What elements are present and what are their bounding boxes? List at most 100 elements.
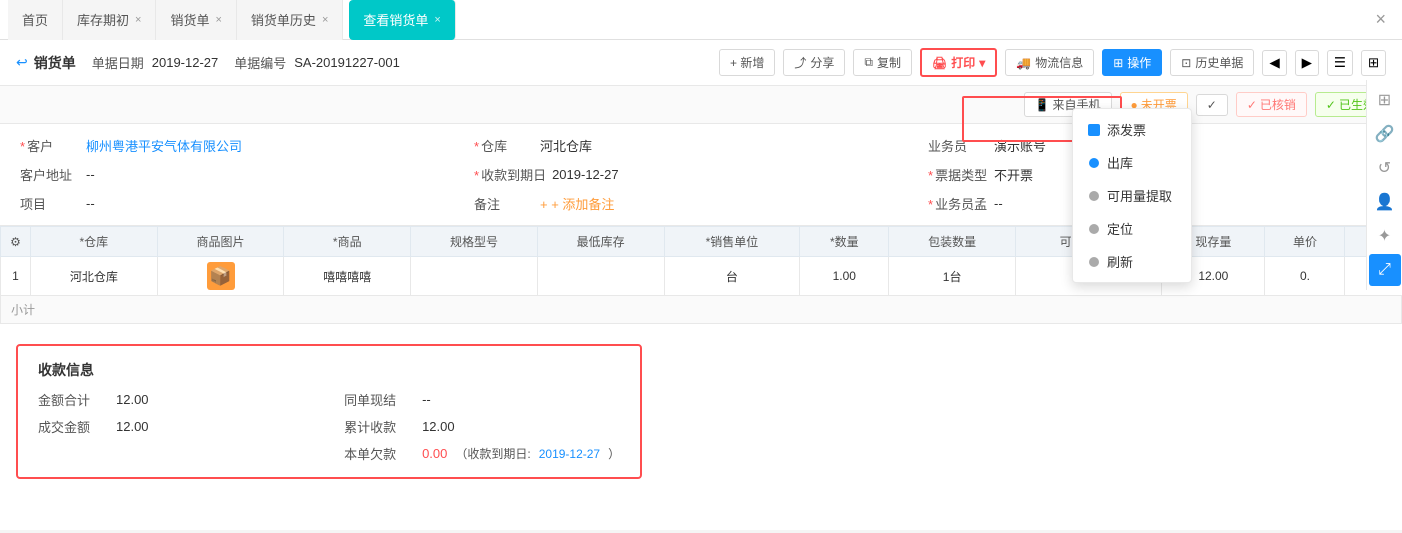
doc-date-label: 单据日期 2019-12-27 <box>92 53 219 72</box>
same-order-label: 同单现结 <box>344 390 414 409</box>
customer-value[interactable]: 柳州粤港平安气体有限公司 <box>86 136 242 155</box>
grid-view-button[interactable]: ☰ <box>1327 50 1353 76</box>
payment-title: 收款信息 <box>38 360 620 380</box>
tab-sales[interactable]: 销货单 × <box>156 0 236 40</box>
new-label: + 新增 <box>730 54 764 71</box>
share-icon: ⤴ <box>794 54 806 71</box>
payment-section: 收款信息 金额合计 12.00 同单现结 -- 成交金额 12.00 <box>0 324 1402 491</box>
tab-view-sales-label: 查看销货单 <box>363 10 428 29</box>
dropdown-menu: 添发票 出库 可用量提取 定位 <box>1072 108 1192 283</box>
tab-inventory-label: 库存期初 <box>77 10 129 29</box>
row-min-stock <box>537 257 664 296</box>
copy-button[interactable]: ⧉ 复制 <box>853 49 912 76</box>
th-img: 商品图片 <box>157 227 284 257</box>
tab-sales-history-label: 销货单历史 <box>251 10 316 29</box>
tab-home-label: 首页 <box>22 10 48 29</box>
dropdown-locate[interactable]: 定位 <box>1073 212 1191 245</box>
tab-home[interactable]: 首页 <box>8 0 63 40</box>
note-row: 备注 + + 添加备注 <box>474 194 928 213</box>
row-seq: 1 <box>1 257 31 296</box>
print-chevron: ▾ <box>979 56 985 70</box>
nav-next-button[interactable]: ▶ <box>1295 50 1319 76</box>
subtotal-row: 小计 <box>1 296 1402 324</box>
cancel-label: 已核销 <box>1260 96 1296 113</box>
locate-label: 定位 <box>1107 219 1133 238</box>
sidebar-icon-4[interactable]: 👤 <box>1369 186 1401 218</box>
tab-inventory[interactable]: 库存期初 × <box>63 0 156 40</box>
tab-sales-close[interactable]: × <box>215 14 221 26</box>
copy-label: 复制 <box>877 54 901 71</box>
row-qty: 1.00 <box>800 257 889 296</box>
history-button[interactable]: ⊡ 历史单据 <box>1170 49 1254 76</box>
logistics-label: 物流信息 <box>1035 54 1083 71</box>
confirm-button[interactable]: ✓ <box>1196 94 1228 116</box>
cancel-status: ✓ 已核销 <box>1236 92 1307 117</box>
locate-icon <box>1087 222 1101 236</box>
address-value: -- <box>86 167 95 182</box>
th-price: 单价 <box>1265 227 1345 257</box>
note-add[interactable]: + + 添加备注 <box>540 194 614 213</box>
sidebar-icon-expand[interactable]: ⤢ <box>1369 254 1401 286</box>
ops-button[interactable]: ⊞ 操作 <box>1102 49 1162 76</box>
deal-label: 成交金额 <box>38 417 108 436</box>
staff2-label: 业务员孟 <box>928 194 988 213</box>
tab-sales-history-close[interactable]: × <box>322 14 328 26</box>
main-content: ↩ 销货单 单据日期 2019-12-27 单据编号 SA-20191227-0… <box>0 40 1402 530</box>
customer-label: 客户 <box>20 136 80 155</box>
sidebar-icon-2[interactable]: 🔗 <box>1369 118 1401 150</box>
logistics-button[interactable]: 🚚 物流信息 <box>1005 49 1094 76</box>
sidebar-icon-5[interactable]: ✦ <box>1369 220 1401 252</box>
warehouse-row: 仓库 河北仓库 <box>474 136 928 155</box>
payment-date-value: 2019-12-27 <box>552 167 619 182</box>
dropdown-add-invoice[interactable]: 添发票 <box>1073 113 1191 146</box>
doc-date-value: 2019-12-27 <box>152 55 219 70</box>
deal-row: 成交金额 12.00 <box>38 417 314 436</box>
row-warehouse: 河北仓库 <box>31 257 158 296</box>
payment-grid: 金额合计 12.00 同单现结 -- 成交金额 12.00 累计收款 12.00 <box>38 390 620 463</box>
doc-header: ↩ 销货单 单据日期 2019-12-27 单据编号 SA-20191227-0… <box>0 40 1402 86</box>
plus-icon: + <box>540 197 548 212</box>
doc-meta: 单据日期 2019-12-27 单据编号 SA-20191227-001 <box>92 53 400 72</box>
tab-bar-close-btn[interactable]: × <box>1367 9 1394 30</box>
row-product: 嘻嘻嘻嘻 <box>284 257 411 296</box>
print-label: 打印 <box>951 54 975 71</box>
th-product: *商品 <box>284 227 411 257</box>
row-price: 0. <box>1265 257 1345 296</box>
list-view-button[interactable]: ⊞ <box>1361 50 1386 76</box>
row-pack-qty: 1台 <box>889 257 1016 296</box>
tab-inventory-close[interactable]: × <box>135 14 141 26</box>
staff-label: 业务员 <box>928 136 988 155</box>
payment-box: 收款信息 金额合计 12.00 同单现结 -- 成交金额 12.00 <box>16 344 642 479</box>
staff-value: 演示账号 <box>994 136 1046 155</box>
history-label: 历史单据 <box>1195 54 1243 71</box>
history-icon: ⊡ <box>1181 56 1191 70</box>
confirm-icon: ✓ <box>1207 98 1217 112</box>
th-gear[interactable]: ⚙ <box>1 227 31 257</box>
tab-view-sales-close[interactable]: × <box>434 14 440 26</box>
owed-label: 本单欠款 <box>344 444 414 463</box>
owed-end: ） <box>608 445 620 462</box>
nav-prev-button[interactable]: ◀ <box>1262 50 1286 76</box>
print-button[interactable]: 🖨 打印 ▾ <box>920 48 997 77</box>
same-order-row: 同单现结 -- <box>344 390 620 409</box>
th-qty: *数量 <box>800 227 889 257</box>
print-icon: 🖨 <box>932 56 947 70</box>
tab-view-sales[interactable]: 查看销货单 × <box>349 0 455 40</box>
row-img: 📦 <box>157 257 284 296</box>
outbound-icon <box>1087 156 1101 170</box>
new-button[interactable]: + 新增 <box>719 49 775 76</box>
sidebar-icon-1[interactable]: ⊞ <box>1369 84 1401 116</box>
available-label: 可用量提取 <box>1107 186 1172 205</box>
share-button[interactable]: ⤴ 分享 <box>783 49 845 76</box>
sidebar-icon-3[interactable]: ↺ <box>1369 152 1401 184</box>
tab-sales-history[interactable]: 销货单历史 × <box>237 0 343 40</box>
accumulated-label: 累计收款 <box>344 417 414 436</box>
share-label: 分享 <box>810 54 834 71</box>
project-row: 项目 -- <box>20 194 474 213</box>
ops-icon: ⊞ <box>1113 56 1123 70</box>
dropdown-outbound[interactable]: 出库 <box>1073 146 1191 179</box>
dropdown-refresh[interactable]: 刷新 <box>1073 245 1191 278</box>
th-min-stock: 最低库存 <box>537 227 664 257</box>
dropdown-available[interactable]: 可用量提取 <box>1073 179 1191 212</box>
project-value: -- <box>86 196 95 211</box>
